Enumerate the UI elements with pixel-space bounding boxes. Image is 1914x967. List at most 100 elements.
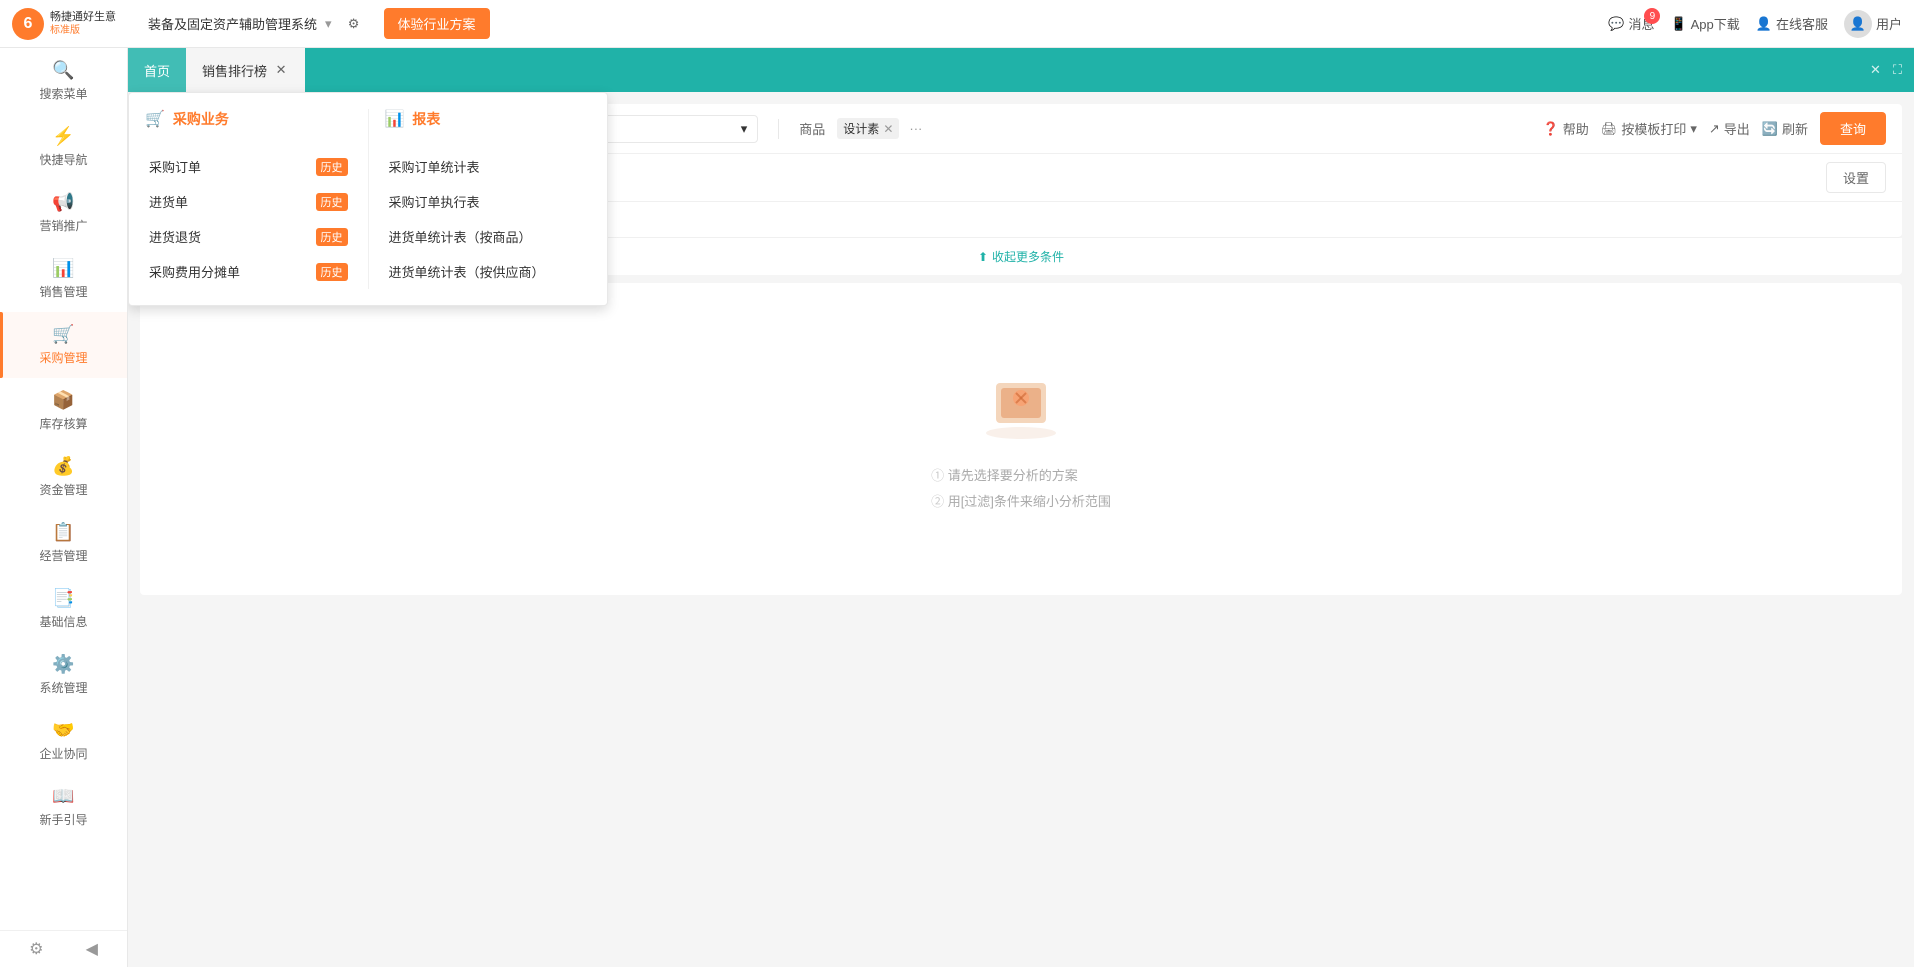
menu-item-incoming-stat-supplier[interactable]: 进货单统计表（按供应商） — [385, 254, 592, 289]
purchase-icon: 🛒 — [52, 324, 74, 345]
user-button[interactable]: 👤 用户 — [1844, 10, 1902, 38]
export-button[interactable]: ↗ 导出 — [1709, 119, 1750, 138]
sidebar-label-basic: 基础信息 — [39, 613, 87, 630]
logo-line1: 畅捷通好生意 — [50, 10, 116, 24]
empty-text: 请先选择要分析的方案 用[过滤]条件来缩小分析范围 — [931, 463, 1111, 515]
purchase-section-title: 🛒 采购业务 — [145, 109, 352, 137]
product-dots[interactable]: ··· — [909, 121, 922, 136]
sidebar-label-quicknav: 快捷导航 — [39, 151, 87, 168]
service-icon: 👤 — [1756, 16, 1772, 32]
order-status-dropdown-icon: ▾ — [741, 121, 748, 137]
menu-item-purchase-cost[interactable]: 采购费用分摊单 历史 — [145, 254, 352, 289]
sidebar-label-purchase: 采购管理 — [39, 349, 87, 366]
logo-text: 畅捷通好生意 标准版 — [50, 10, 116, 37]
logo-area: 6 畅捷通好生意 标准版 — [12, 8, 140, 40]
incoming-return-history-badge: 历史 — [316, 228, 348, 246]
tab-close-icon[interactable]: ✕ — [273, 62, 289, 78]
product-tag: 设计素 ✕ — [837, 118, 899, 139]
app-download-label: App下载 — [1691, 14, 1740, 33]
finance-icon: 💰 — [52, 456, 74, 477]
menu-item-incoming-return[interactable]: 进货退货 历史 — [145, 219, 352, 254]
app-download-button[interactable]: 📱 App下载 — [1670, 14, 1739, 33]
industry-button[interactable]: 体验行业方案 — [384, 8, 490, 39]
sidebar-item-system[interactable]: ⚙️ 系统管理 — [0, 642, 127, 708]
sidebar-item-operations[interactable]: 📋 经营管理 — [0, 510, 127, 576]
help-icon: ❓ — [1543, 121, 1559, 137]
sidebar-item-basic[interactable]: 📑 基础信息 — [0, 576, 127, 642]
tab-sales-ranking-label: 销售排行榜 — [202, 61, 267, 80]
sidebar-item-guide[interactable]: 📖 新手引导 — [0, 774, 127, 840]
refresh-button[interactable]: 🔄 刷新 — [1762, 119, 1808, 138]
incoming-history-badge: 历史 — [316, 193, 348, 211]
order-status-select[interactable]: ▾ — [598, 115, 758, 143]
sidebar-item-inventory[interactable]: 📦 库存核算 — [0, 378, 127, 444]
collapse-button[interactable]: ⬆ 收起更多条件 — [972, 242, 1070, 271]
sidebar-label-finance: 资金管理 — [39, 481, 87, 498]
menu-item-purchase-order[interactable]: 采购订单 历史 — [145, 149, 352, 184]
incoming-label: 进货单 — [149, 192, 188, 211]
purchase-title-text: 采购业务 — [173, 109, 229, 129]
app-title-dropdown-icon[interactable]: ▾ — [325, 16, 332, 32]
empty-state: 请先选择要分析的方案 用[过滤]条件来缩小分析范围 — [140, 283, 1902, 595]
message-button[interactable]: 💬 消息 9 — [1608, 14, 1654, 33]
refresh-icon: 🔄 — [1762, 121, 1778, 137]
reports-section-title: 📊 报表 — [385, 109, 592, 137]
purchase-section-icon: 🛒 — [145, 109, 165, 129]
sidebar-label-search: 搜索菜单 — [39, 85, 87, 102]
collapse-up-icon: ⬆ — [978, 250, 988, 264]
sidebar-item-enterprise[interactable]: 🤝 企业协同 — [0, 708, 127, 774]
menu-item-incoming-stat-product[interactable]: 进货单统计表（按商品） — [385, 219, 592, 254]
purchase-cost-label: 采购费用分摊单 — [149, 262, 240, 281]
operations-icon: 📋 — [52, 522, 74, 543]
sidebar-item-search[interactable]: 🔍 搜索菜单 — [0, 48, 127, 114]
collapse-label: 收起更多条件 — [992, 248, 1064, 265]
logo-line2: 标准版 — [50, 24, 116, 37]
sidebar-label-enterprise: 企业协同 — [39, 745, 87, 762]
tab-home[interactable]: 首页 — [128, 48, 186, 92]
online-service-label: 在线客服 — [1776, 14, 1828, 33]
sidebar-bottom: ⚙ ◀ — [0, 930, 127, 967]
sidebar-settings-icon[interactable]: ⚙ — [29, 939, 43, 959]
tab-home-label: 首页 — [144, 61, 170, 80]
incoming-stat-supplier-label: 进货单统计表（按供应商） — [389, 262, 545, 281]
sidebar-item-purchase[interactable]: 🛒 采购管理 — [0, 312, 127, 378]
settings-icon[interactable]: ⚙ — [340, 10, 368, 38]
online-service-button[interactable]: 👤 在线客服 — [1756, 14, 1828, 33]
tab-sales-ranking[interactable]: 销售排行榜 ✕ — [186, 48, 305, 92]
sidebar-collapse-icon[interactable]: ◀ — [86, 939, 98, 959]
print-button[interactable]: 🖨 按模板打印 ▾ — [1601, 119, 1697, 138]
quicknav-icon: ⚡ — [52, 126, 74, 147]
tab-maximize-icon[interactable]: ⛶ — [1889, 58, 1906, 82]
help-button[interactable]: ❓ 帮助 — [1543, 119, 1589, 138]
inventory-icon: 📦 — [52, 390, 74, 411]
toolbar-right: ❓ 帮助 🖨 按模板打印 ▾ ↗ 导出 🔄 — [1543, 112, 1886, 145]
top-right: 💬 消息 9 📱 App下载 👤 在线客服 👤 用户 — [1608, 10, 1902, 38]
reset-button[interactable]: 设置 — [1826, 162, 1886, 193]
tab-close-window-icon[interactable]: ✕ — [1866, 58, 1885, 82]
app-title: 装备及固定资产辅助管理系统 — [148, 14, 317, 33]
incoming-stat-product-label: 进货单统计表（按商品） — [389, 227, 532, 246]
sidebar-label-inventory: 库存核算 — [39, 415, 87, 432]
export-icon: ↗ — [1709, 121, 1720, 137]
menu-item-incoming[interactable]: 进货单 历史 — [145, 184, 352, 219]
reports-title-text: 报表 — [412, 109, 440, 129]
sidebar-label-guide: 新手引导 — [39, 811, 87, 828]
guide-icon: 📖 — [52, 786, 74, 807]
menu-divider — [368, 109, 369, 289]
enterprise-icon: 🤝 — [52, 720, 74, 741]
sidebar-item-quick-nav[interactable]: ⚡ 快捷导航 — [0, 114, 127, 180]
sidebar-label-system: 系统管理 — [39, 679, 87, 696]
sidebar-item-finance[interactable]: 💰 资金管理 — [0, 444, 127, 510]
product-label: 商品 — [799, 119, 825, 138]
dropdown-menu: 🛒 采购业务 采购订单 历史 进货单 历史 进货退货 历史 — [128, 92, 608, 306]
menu-item-purchase-order-stat[interactable]: 采购订单统计表 — [385, 149, 592, 184]
divider2 — [778, 119, 779, 139]
menu-item-purchase-order-exec[interactable]: 采购订单执行表 — [385, 184, 592, 219]
empty-illustration — [971, 363, 1071, 443]
query-button[interactable]: 查询 — [1820, 112, 1886, 145]
user-label: 用户 — [1876, 14, 1902, 33]
sidebar-item-marketing[interactable]: 📢 营销推广 — [0, 180, 127, 246]
product-tag-close[interactable]: ✕ — [883, 122, 893, 136]
sidebar-item-sales[interactable]: 📊 销售管理 — [0, 246, 127, 312]
app-title-area: 装备及固定资产辅助管理系统 ▾ ⚙ 体验行业方案 — [148, 8, 490, 39]
